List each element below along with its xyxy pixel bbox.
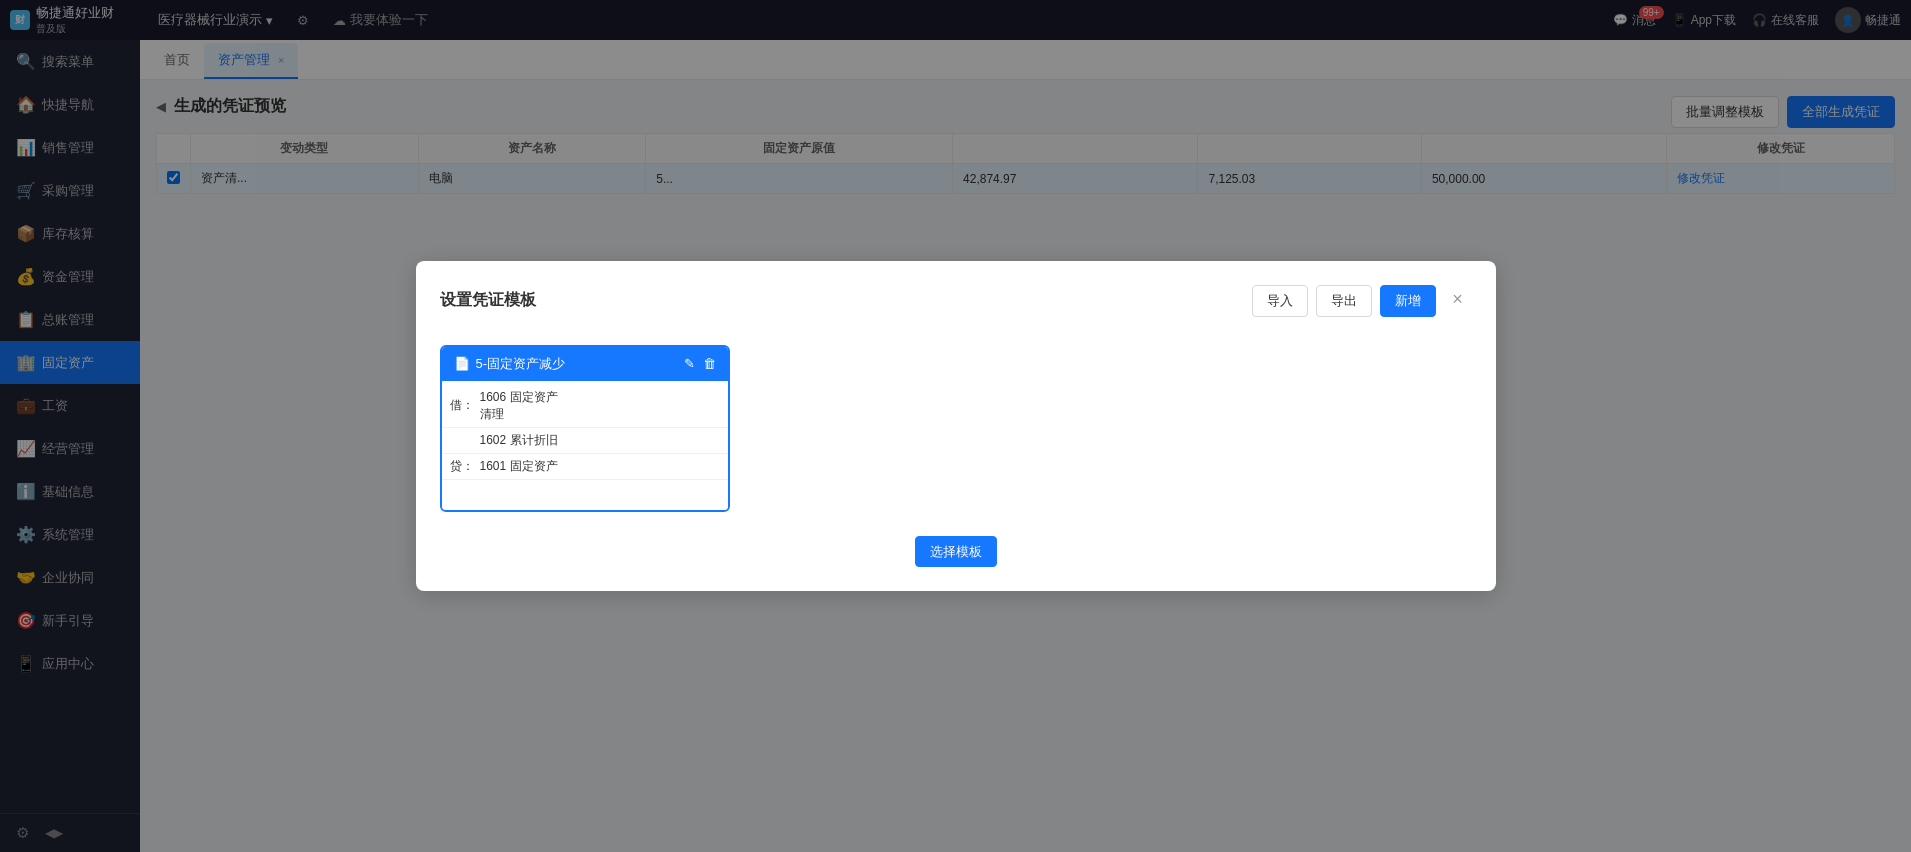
select-template-btn[interactable]: 选择模板 [915, 536, 997, 568]
new-template-btn[interactable]: 新增 [1380, 285, 1436, 317]
import-btn[interactable]: 导入 [1252, 285, 1308, 317]
dialog-overlay: 设置凭证模板 导入 导出 新增 × 📄 5-固定资产减少 ✎ 🗑 [0, 0, 1911, 852]
entry-direction-1: 借： [450, 397, 480, 414]
select-template-btn-wrap: 选择模板 [440, 536, 1472, 568]
dialog-title: 设置凭证模板 [440, 290, 536, 311]
export-btn[interactable]: 导出 [1316, 285, 1372, 317]
template-card-header-left: 📄 5-固定资产减少 [454, 355, 566, 373]
entry-account-2: 1602 累计折旧 [480, 432, 560, 449]
template-card-header: 📄 5-固定资产减少 ✎ 🗑 [442, 347, 728, 381]
template-delete-icon[interactable]: 🗑 [703, 356, 716, 371]
template-entry-1: 借： 1606 固定资产清理 [442, 385, 728, 428]
template-id-name: 5-固定资产减少 [476, 355, 566, 373]
entry-account-1: 1606 固定资产清理 [480, 389, 560, 423]
dialog-close-btn[interactable]: × [1444, 285, 1472, 313]
template-entry-2: 1602 累计折旧 [442, 428, 728, 454]
template-list: 📄 5-固定资产减少 ✎ 🗑 借： 1606 固定资产清理 [440, 337, 1472, 520]
dialog-header: 设置凭证模板 导入 导出 新增 × [440, 285, 1472, 317]
template-entry-4 [442, 480, 728, 506]
dialog: 设置凭证模板 导入 导出 新增 × 📄 5-固定资产减少 ✎ 🗑 [416, 261, 1496, 591]
template-entry-3: 贷： 1601 固定资产 [442, 454, 728, 480]
entry-account-3: 1601 固定资产 [480, 458, 560, 475]
template-edit-icon[interactable]: ✎ [684, 356, 695, 371]
template-card-actions: ✎ 🗑 [684, 356, 716, 371]
template-doc-icon: 📄 [454, 356, 470, 371]
dialog-actions: 导入 导出 新增 × [1252, 285, 1472, 317]
template-card: 📄 5-固定资产减少 ✎ 🗑 借： 1606 固定资产清理 [440, 345, 730, 512]
entry-direction-3: 贷： [450, 458, 480, 475]
template-card-body: 借： 1606 固定资产清理 1602 累计折旧 贷： 1601 固定资产 [442, 381, 728, 510]
